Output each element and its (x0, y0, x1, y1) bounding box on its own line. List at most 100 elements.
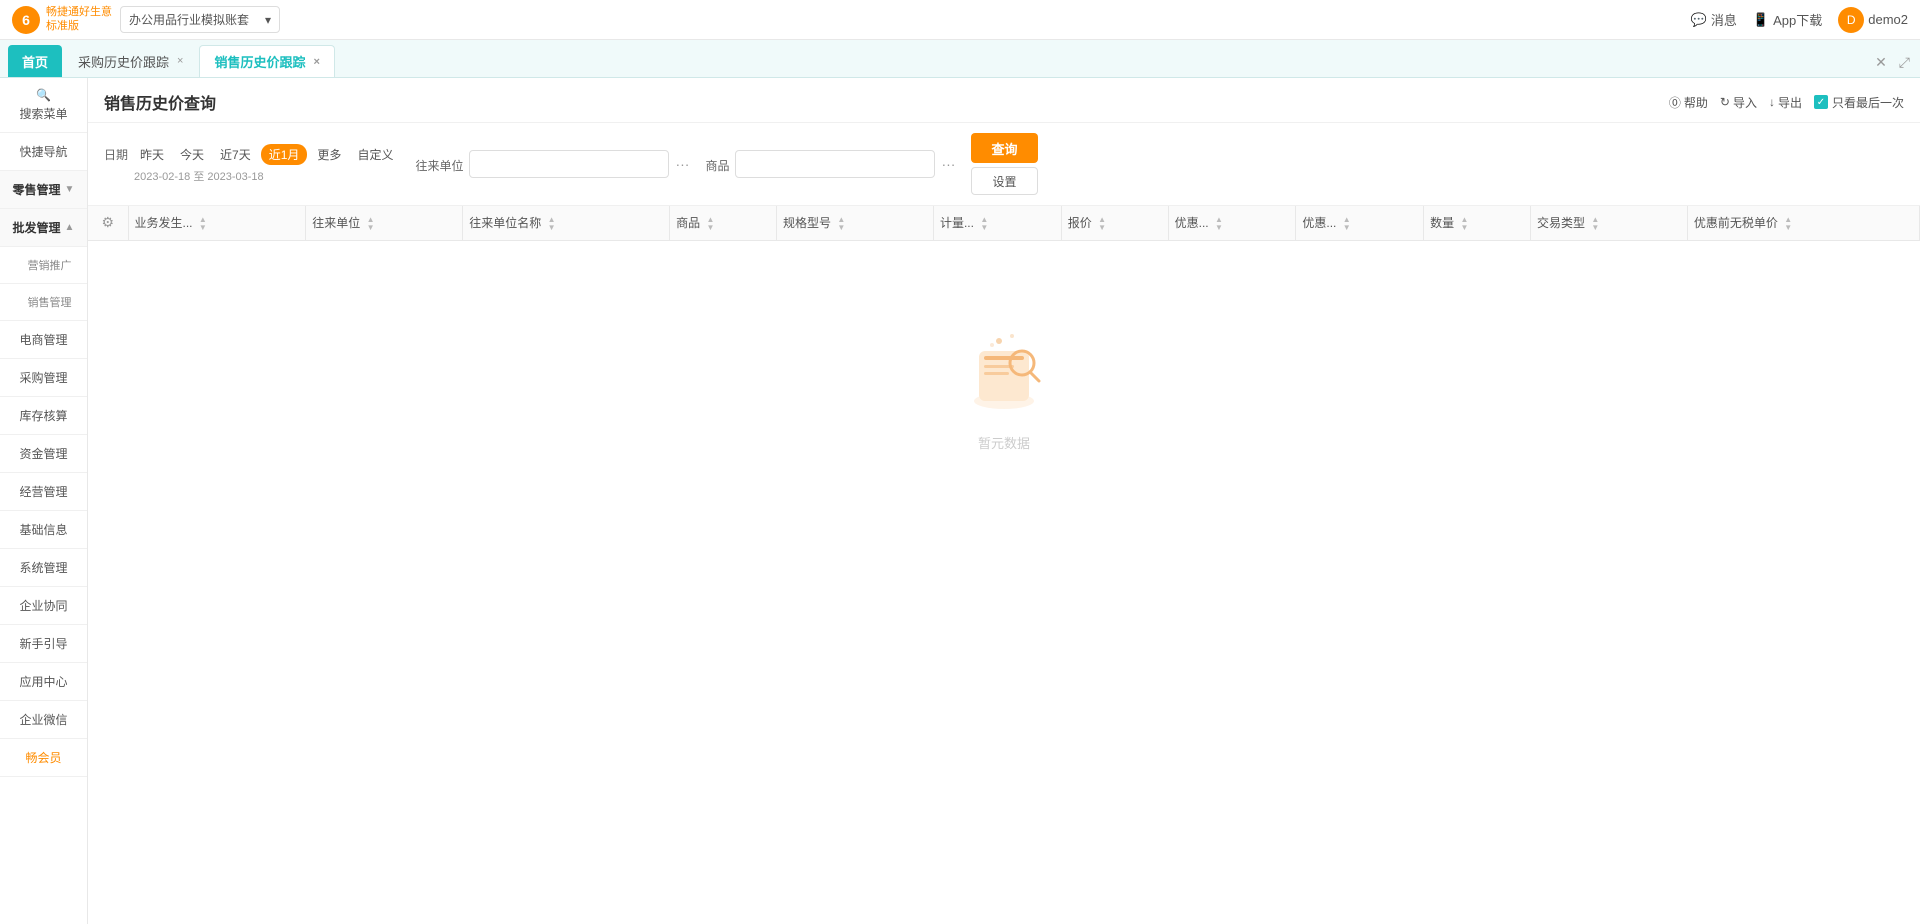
action-buttons: 查询 设置 (971, 133, 1037, 195)
col-gear[interactable]: ⚙ (88, 206, 128, 240)
window-controls: ✕ ⤢ (1873, 52, 1920, 77)
col-trade-type[interactable]: 交易类型 ▲▼ (1531, 206, 1688, 240)
help-icon: ⓪ (1669, 94, 1681, 111)
date-range-text: 2023-02-18 至 2023-03-18 (134, 168, 399, 184)
query-button[interactable]: 查询 (971, 133, 1037, 163)
sidebar-item-ecommerce[interactable]: 电商管理 (0, 321, 87, 359)
col-tax-free-price[interactable]: 优惠前无税单价 ▲▼ (1687, 206, 1919, 240)
sort-discount2-icon: ▲▼ (1343, 216, 1351, 232)
company-selector[interactable]: 办公用品行业模拟账套 ▾ (120, 6, 280, 33)
col-price[interactable]: 报价 ▲▼ (1061, 206, 1168, 240)
col-spec[interactable]: 规格型号 ▲▼ (777, 206, 934, 240)
search-icon: 🔍 (36, 88, 51, 102)
date-btn-7days[interactable]: 近7天 (214, 144, 257, 165)
maximize-window-icon[interactable]: ⤢ (1897, 52, 1912, 73)
tab-home-label: 首页 (22, 52, 48, 71)
product-input[interactable] (735, 150, 935, 178)
sidebar-item-wholesale[interactable]: 批发管理 ▲ (0, 209, 87, 247)
sort-unit-icon: ▲▼ (980, 216, 988, 232)
col-partner-name[interactable]: 往来单位名称 ▲▼ (463, 206, 670, 240)
logo-text: 畅捷通好生意 标准版 (46, 6, 112, 32)
sort-discount1-icon: ▲▼ (1215, 216, 1223, 232)
product-more-icon[interactable]: ··· (941, 156, 955, 172)
only-last-checkbox-area[interactable]: ✓ 只看最后一次 (1814, 94, 1904, 111)
col-discount2[interactable]: 优惠... ▲▼ (1296, 206, 1424, 240)
col-biz-date[interactable]: 业务发生... ▲▼ (128, 206, 306, 240)
sidebar-item-finance[interactable]: 资金管理 (0, 435, 87, 473)
chevron-down-icon: ▾ (265, 13, 271, 27)
header-right: 💬 消息 📱 App下载 D demo2 (1691, 7, 1908, 33)
help-btn[interactable]: ⓪ 帮助 (1669, 94, 1708, 111)
filter-bar: 日期 昨天 今天 近7天 近1月 更多 自定义 2023-02-18 至 202… (88, 123, 1920, 206)
product-label: 商品 (705, 155, 729, 174)
empty-illustration (954, 321, 1054, 421)
date-buttons: 昨天 今天 近7天 近1月 更多 自定义 (134, 144, 399, 165)
date-btn-more[interactable]: 更多 (311, 144, 347, 165)
tab-sales-close[interactable]: × (313, 56, 319, 68)
partner-more-icon[interactable]: ··· (675, 156, 689, 172)
user-menu[interactable]: D demo2 (1838, 7, 1908, 33)
message-btn[interactable]: 💬 消息 (1691, 10, 1737, 29)
col-unit[interactable]: 计量... ▲▼ (933, 206, 1061, 240)
sidebar: 🔍 搜索菜单 快捷导航 零售管理 ▼ 批发管理 ▲ 营销推广 销售管理 电商管理… (0, 78, 88, 924)
tab-purchase-history[interactable]: 采购历史价跟踪 × (64, 45, 197, 77)
sort-partner-code-icon: ▲▼ (367, 216, 375, 232)
sort-qty-icon: ▲▼ (1460, 216, 1468, 232)
date-btn-1month[interactable]: 近1月 (261, 144, 308, 165)
sort-price-icon: ▲▼ (1098, 216, 1106, 232)
col-qty[interactable]: 数量 ▲▼ (1424, 206, 1531, 240)
sidebar-item-operations[interactable]: 经营管理 (0, 473, 87, 511)
sidebar-item-system[interactable]: 系统管理 (0, 549, 87, 587)
date-label: 日期 (104, 144, 128, 163)
tab-purchase-label: 采购历史价跟踪 (78, 52, 169, 71)
sidebar-item-inventory[interactable]: 库存核算 (0, 397, 87, 435)
import-icon: ↻ (1720, 95, 1730, 109)
tab-sales-history[interactable]: 销售历史价跟踪 × (199, 45, 334, 77)
table-container: ⚙ 业务发生... ▲▼ 往来单位 ▲▼ 往来单位名称 ▲▼ (88, 206, 1920, 532)
tab-purchase-close[interactable]: × (177, 55, 183, 67)
main-content: 销售历史价查询 ⓪ 帮助 ↻ 导入 ↓ 导出 ✓ 只看最后一次 (88, 78, 1920, 924)
phone-icon: 📱 (1753, 12, 1769, 28)
app-download-btn[interactable]: 📱 App下载 (1753, 10, 1822, 29)
retail-arrow-icon: ▼ (65, 184, 75, 195)
sidebar-item-quick-nav[interactable]: 快捷导航 (0, 133, 87, 171)
sidebar-item-purchase[interactable]: 采购管理 (0, 359, 87, 397)
partner-filter-group: 往来单位 ··· (415, 150, 689, 178)
sidebar-item-new-guide[interactable]: 新手引导 (0, 625, 87, 663)
partner-label: 往来单位 (415, 155, 463, 174)
sort-biz-date-icon: ▲▼ (199, 216, 207, 232)
sort-product-icon: ▲▼ (707, 216, 715, 232)
sidebar-item-marketing[interactable]: 营销推广 (0, 247, 87, 284)
sidebar-item-sales[interactable]: 销售管理 (0, 284, 87, 321)
empty-state: 暂元数据 (88, 241, 1920, 532)
avatar: D (1838, 7, 1864, 33)
sidebar-item-retail[interactable]: 零售管理 ▼ (0, 171, 87, 209)
export-btn[interactable]: ↓ 导出 (1769, 94, 1802, 111)
date-btn-yesterday[interactable]: 昨天 (134, 144, 170, 165)
sidebar-item-search[interactable]: 🔍 搜索菜单 (0, 78, 87, 133)
sidebar-item-app-center[interactable]: 应用中心 (0, 663, 87, 701)
sidebar-item-enterprise[interactable]: 企业协同 (0, 587, 87, 625)
only-last-checkbox[interactable]: ✓ (1814, 95, 1828, 109)
sort-trade-type-icon: ▲▼ (1591, 216, 1599, 232)
import-btn[interactable]: ↻ 导入 (1720, 94, 1757, 111)
close-window-icon[interactable]: ✕ (1873, 52, 1889, 73)
settings-button[interactable]: 设置 (971, 167, 1037, 195)
table-header: ⚙ 业务发生... ▲▼ 往来单位 ▲▼ 往来单位名称 ▲▼ (88, 206, 1920, 240)
col-product[interactable]: 商品 ▲▼ (670, 206, 777, 240)
tab-sales-label: 销售历史价跟踪 (214, 52, 305, 71)
date-btn-today[interactable]: 今天 (174, 144, 210, 165)
tab-home[interactable]: 首页 (8, 45, 62, 77)
partner-input[interactable] (469, 150, 669, 178)
sidebar-item-member[interactable]: 畅会员 (0, 739, 87, 777)
col-partner-code[interactable]: 往来单位 ▲▼ (306, 206, 463, 240)
gear-icon[interactable]: ⚙ (101, 214, 114, 230)
top-header: 6 畅捷通好生意 标准版 办公用品行业模拟账套 ▾ 💬 消息 📱 App下载 D… (0, 0, 1920, 40)
logo-area: 6 畅捷通好生意 标准版 (12, 6, 112, 34)
date-btn-custom[interactable]: 自定义 (351, 144, 399, 165)
sidebar-item-basic-info[interactable]: 基础信息 (0, 511, 87, 549)
sidebar-item-wechat[interactable]: 企业微信 (0, 701, 87, 739)
page-actions: ⓪ 帮助 ↻ 导入 ↓ 导出 ✓ 只看最后一次 (1669, 94, 1904, 111)
sort-tax-free-price-icon: ▲▼ (1784, 216, 1792, 232)
col-discount1[interactable]: 优惠... ▲▼ (1168, 206, 1296, 240)
